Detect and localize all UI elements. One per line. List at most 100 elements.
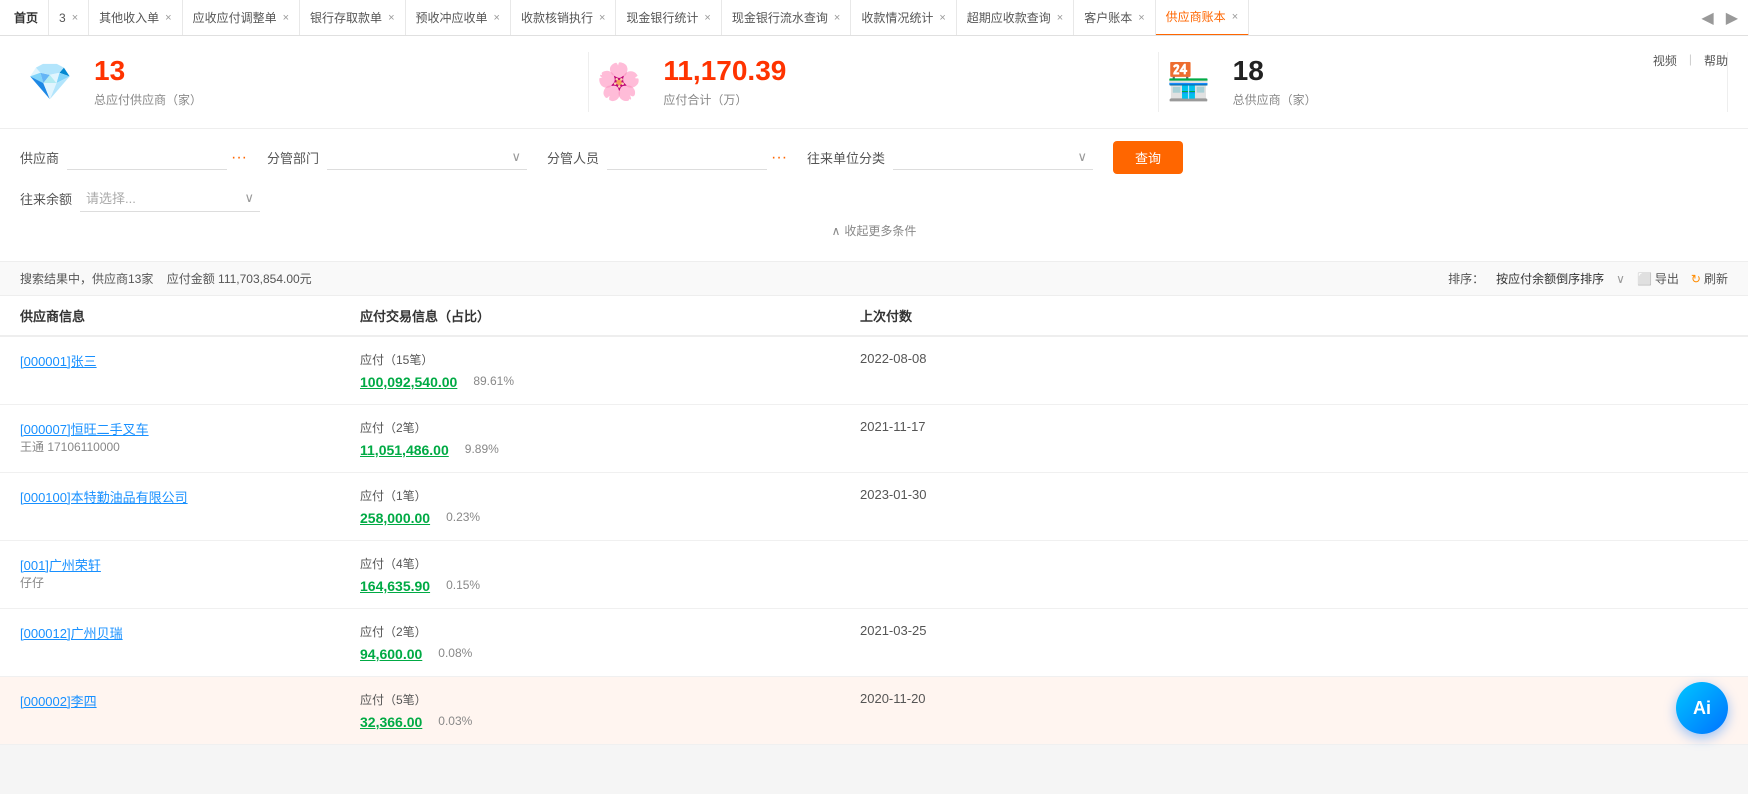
refresh-btn[interactable]: ↻ 刷新 xyxy=(1691,270,1728,287)
nav-tab-other-income-close[interactable]: × xyxy=(165,12,171,24)
trans-label-3: 应付（4笔） xyxy=(360,557,427,571)
trans-amount-0[interactable]: 100,092,540.00 xyxy=(360,374,457,390)
col-header-transaction: 应付交易信息（占比） xyxy=(360,306,860,325)
refresh-label: 刷新 xyxy=(1704,270,1728,287)
help-link[interactable]: 帮助 xyxy=(1704,52,1728,69)
category-select[interactable]: ∨ xyxy=(893,145,1093,170)
nav-tab-supplier-book-close[interactable]: × xyxy=(1232,11,1238,23)
nav-tab-ar-ap-adjust[interactable]: 应收应付调整单 × xyxy=(183,0,300,36)
query-button[interactable]: 查询 xyxy=(1113,141,1183,174)
nav-tab-collection-stat[interactable]: 收款情况统计 × xyxy=(851,0,956,36)
balance-arrow: ∨ xyxy=(245,190,255,206)
person-dots[interactable]: ··· xyxy=(771,149,787,167)
nav-tab-list: 首页 3 × 其他收入单 × 应收应付调整单 × 银行存取款单 × 预收冲应收单… xyxy=(4,0,1695,36)
supplier-dots[interactable]: ··· xyxy=(231,149,247,167)
nav-tab-collection-close[interactable]: × xyxy=(599,12,605,24)
nav-tab-3[interactable]: 3 × xyxy=(49,0,89,36)
filter-label-person: 分管人员 xyxy=(547,148,599,167)
trans-label-0: 应付（15笔） xyxy=(360,353,433,367)
trans-amount-3[interactable]: 164,635.90 xyxy=(360,578,430,594)
filter-label-balance: 往来余额 xyxy=(20,189,72,208)
trans-amount-2[interactable]: 258,000.00 xyxy=(360,510,430,526)
trans-amount-4[interactable]: 94,600.00 xyxy=(360,646,422,662)
nav-tab-customer-book[interactable]: 客户账本 × xyxy=(1074,0,1155,36)
header-right-actions: 视频 | 帮助 xyxy=(1653,52,1728,69)
person-input[interactable] xyxy=(607,146,767,170)
export-btn[interactable]: ⬜ 导出 xyxy=(1637,270,1679,287)
trans-row-5: 32,366.00 0.03% xyxy=(360,712,860,730)
video-link[interactable]: 视频 xyxy=(1653,52,1677,69)
nav-tab-3-close[interactable]: × xyxy=(72,12,78,24)
supplier-input[interactable] xyxy=(67,146,227,170)
trans-percent-1: 9.89% xyxy=(465,442,499,456)
lastpay-cell-2: 2023-01-30 xyxy=(860,487,1728,502)
sort-label: 排序： xyxy=(1448,270,1484,287)
lastpay-cell-4: 2021-03-25 xyxy=(860,623,1728,638)
filter-item-dept: 分管部门 ∨ xyxy=(267,145,527,170)
stat-info-payable-suppliers: 13 总应付供应商（家） xyxy=(94,56,202,108)
nav-tab-cash-bank-stat-close[interactable]: × xyxy=(704,12,710,24)
ai-button[interactable]: Ai xyxy=(1676,682,1728,734)
supplier-link-0[interactable]: [000001]张三 xyxy=(20,351,360,370)
supplier-cell-3: [001]广州荣轩 仔仔 xyxy=(20,555,360,591)
trans-percent-4: 0.08% xyxy=(438,646,472,660)
nav-tab-overdue-ar-close[interactable]: × xyxy=(1057,12,1063,24)
nav-prev-arrow[interactable]: ◀ xyxy=(1695,8,1719,28)
transaction-cell-1: 应付（2笔） 11,051,486.00 9.89% xyxy=(360,419,860,458)
stat-number-payable-total: 11,170.39 xyxy=(663,56,786,87)
nav-tab-home[interactable]: 首页 xyxy=(4,0,49,36)
supplier-link-3[interactable]: [001]广州荣轩 xyxy=(20,555,360,574)
nav-tab-collection-stat-close[interactable]: × xyxy=(939,12,945,24)
supplier-cell-0: [000001]张三 xyxy=(20,351,360,370)
nav-tab-other-income[interactable]: 其他收入单 × xyxy=(89,0,182,36)
supplier-link-1[interactable]: [000007]恒旺二手叉车 xyxy=(20,419,360,438)
sort-value[interactable]: 按应付余额倒序排序 xyxy=(1496,270,1604,287)
trans-row-3: 164,635.90 0.15% xyxy=(360,576,860,594)
table-container: 供应商信息 应付交易信息（占比） 上次付数 [000001]张三 应付（15笔）… xyxy=(0,296,1748,745)
nav-tab-overdue-ar[interactable]: 超期应收款查询 × xyxy=(957,0,1074,36)
result-amount: 应付金额 111,703,854.00元 xyxy=(167,272,312,286)
filter-row-1: 供应商 ··· 分管部门 ∨ 分管人员 ··· 往来单位分类 ∨ 查询 xyxy=(20,141,1728,174)
trans-amount-1[interactable]: 11,051,486.00 xyxy=(360,442,449,458)
top-nav: 首页 3 × 其他收入单 × 应收应付调整单 × 银行存取款单 × 预收冲应收单… xyxy=(0,0,1748,36)
nav-tab-bank-deposit[interactable]: 银行存取款单 × xyxy=(300,0,405,36)
supplier-link-4[interactable]: [000012]广州贝瑞 xyxy=(20,623,360,642)
col-header-lastpay: 上次付数 xyxy=(860,306,1728,325)
nav-next-arrow[interactable]: ▶ xyxy=(1720,8,1744,28)
supplier-cell-4: [000012]广州贝瑞 xyxy=(20,623,360,642)
collapse-icon: ∧ xyxy=(832,224,841,238)
balance-select[interactable]: 请选择... ∨ xyxy=(80,184,260,212)
stat-number-payable-suppliers: 13 xyxy=(94,56,202,87)
transaction-cell-2: 应付（1笔） 258,000.00 0.23% xyxy=(360,487,860,526)
nav-tab-cash-bank-stat-label: 现金银行统计 xyxy=(626,9,698,26)
table-row: [000007]恒旺二手叉车 王通 17106110000 应付（2笔） 11,… xyxy=(0,405,1748,473)
nav-tab-cash-bank-stat[interactable]: 现金银行统计 × xyxy=(616,0,721,36)
trans-amount-5[interactable]: 32,366.00 xyxy=(360,714,422,730)
nav-tab-prepay[interactable]: 预收冲应收单 × xyxy=(406,0,511,36)
nav-tab-cash-bank-flow[interactable]: 现金银行流水查询 × xyxy=(722,0,851,36)
dept-select[interactable]: ∨ xyxy=(327,145,527,170)
nav-tab-other-income-label: 其他收入单 xyxy=(99,9,159,26)
supplier-link-5[interactable]: [000002]李四 xyxy=(20,691,360,710)
nav-tab-prepay-close[interactable]: × xyxy=(494,12,500,24)
stat-icon-flower: 🌸 xyxy=(589,52,649,112)
nav-tab-collection[interactable]: 收款核销执行 × xyxy=(511,0,616,36)
stat-label-total-suppliers: 总供应商（家） xyxy=(1233,91,1317,108)
col-header-supplier: 供应商信息 xyxy=(20,306,360,325)
trans-row-1: 11,051,486.00 9.89% xyxy=(360,440,860,458)
nav-tab-customer-book-close[interactable]: × xyxy=(1138,12,1144,24)
nav-tab-supplier-book[interactable]: 供应商账本 × xyxy=(1156,0,1249,36)
nav-tab-cash-bank-flow-close[interactable]: × xyxy=(834,12,840,24)
table-scroll-area[interactable]: [000001]张三 应付（15笔） 100,092,540.00 89.61%… xyxy=(0,337,1748,745)
stat-icon-store: 🏪 xyxy=(1159,52,1219,112)
filter-item-balance: 往来余额 请选择... ∨ xyxy=(20,184,260,212)
filter-label-dept: 分管部门 xyxy=(267,148,319,167)
nav-tab-bank-deposit-close[interactable]: × xyxy=(388,12,394,24)
stat-label-payable-total: 应付合计（万） xyxy=(663,91,786,108)
dept-arrow: ∨ xyxy=(512,149,522,165)
filter-item-supplier: 供应商 ··· xyxy=(20,146,247,170)
collapse-button[interactable]: ∧ 收起更多条件 xyxy=(832,222,917,239)
supplier-link-2[interactable]: [000100]本特勤油品有限公司 xyxy=(20,487,360,506)
nav-tab-ar-ap-adjust-label: 应收应付调整单 xyxy=(193,9,277,26)
nav-tab-ar-ap-adjust-close[interactable]: × xyxy=(283,12,289,24)
